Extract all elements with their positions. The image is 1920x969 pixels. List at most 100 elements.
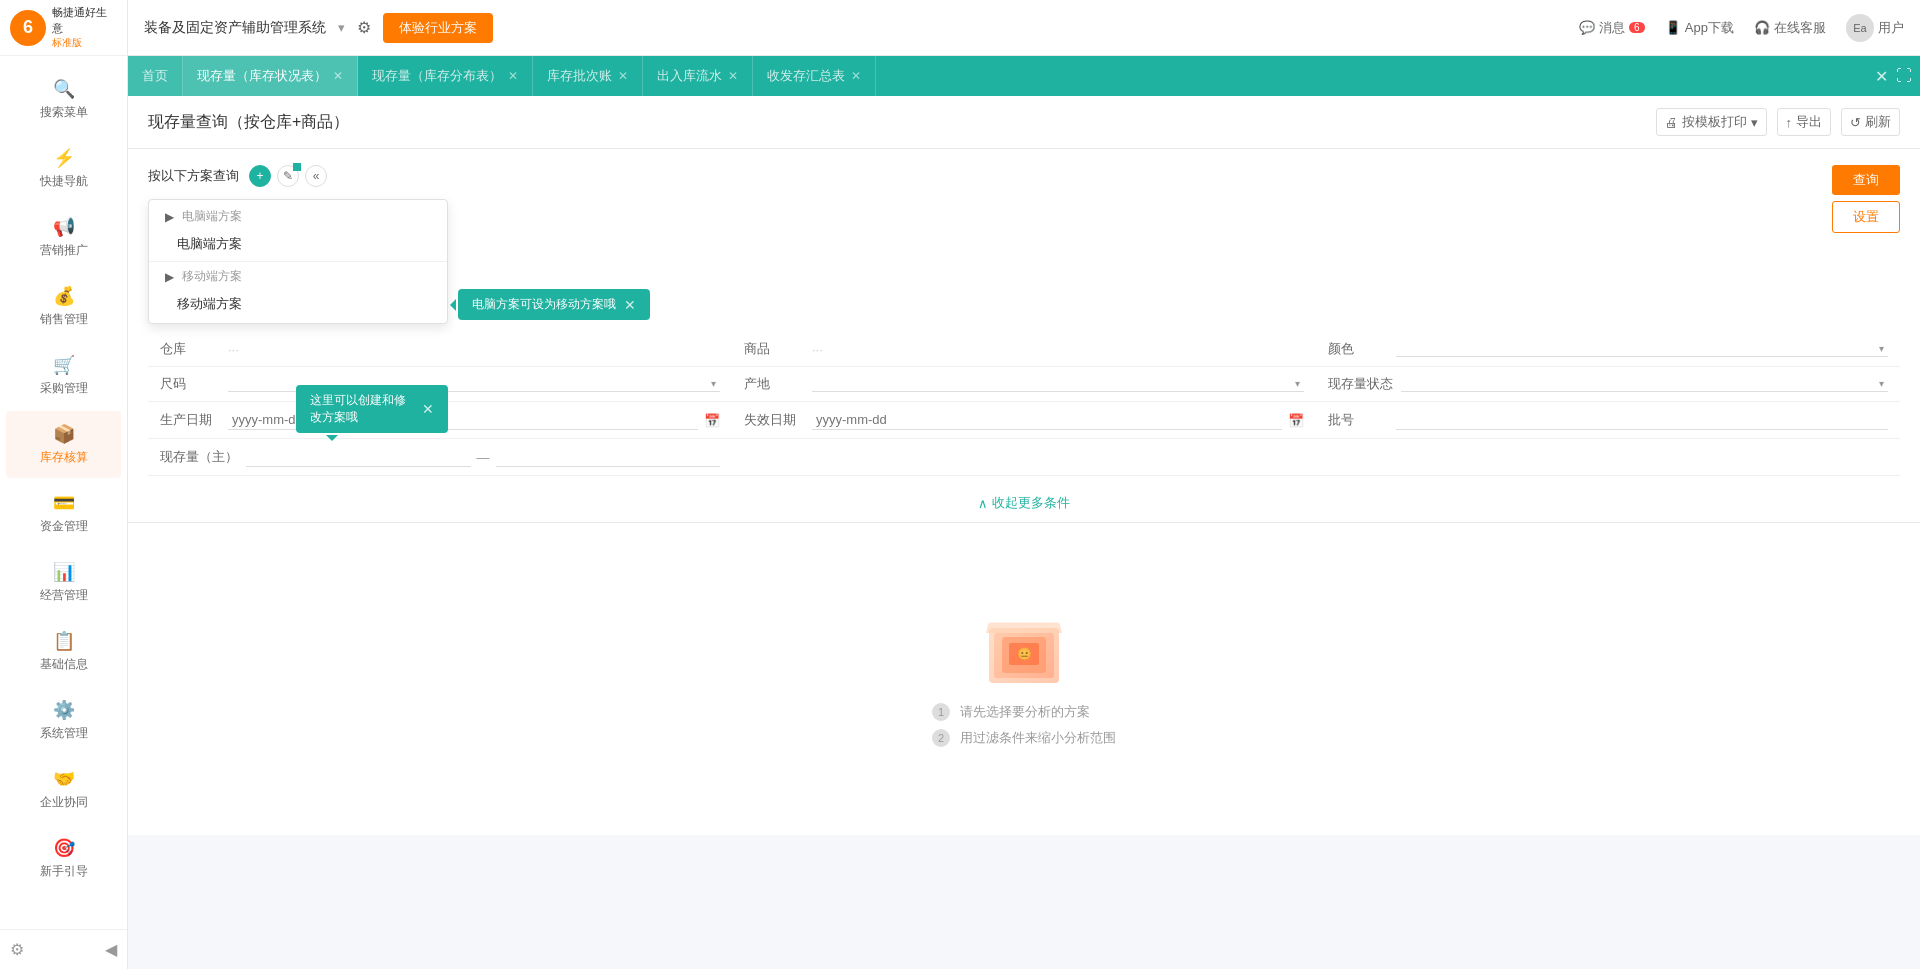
filter-cell-goods: 商品 ··· [732,332,1316,367]
tab-batch-ledger[interactable]: 库存批次账 ✕ [533,56,643,96]
sidebar-item-operation[interactable]: 📊 经营管理 [6,549,121,616]
tab-inout-flow[interactable]: 出入库流水 ✕ [643,56,753,96]
print-btn[interactable]: 🖨 按模板打印 ▾ [1656,108,1767,136]
expire-date-start-input[interactable] [812,410,1282,430]
origin-dropdown-icon: ▾ [1295,378,1300,389]
expire-date-range: 📅 [812,410,1304,430]
export-btn[interactable]: ↑ 导出 [1777,108,1832,136]
tab-close-inventory-dist[interactable]: ✕ [508,69,518,83]
sidebar-item-purchase[interactable]: 🛒 采购管理 [6,342,121,409]
tab-inventory-dist[interactable]: 现存量（库存分布表） ✕ [358,56,533,96]
filter-row-1: 仓库 ··· 商品 ··· 颜色 ▾ [148,332,1900,367]
tab-close-inventory-status[interactable]: ✕ [333,69,343,83]
collapse-btn[interactable]: ∧ 收起更多条件 [978,494,1070,512]
tooltip-scheme-close[interactable]: ✕ [624,297,636,313]
phone-icon: 📱 [1665,20,1681,35]
sidebar-item-quick-nav[interactable]: ⚡ 快捷导航 [6,135,121,202]
origin-select[interactable]: ▾ [812,376,1304,392]
page-header: 现存量查询（按仓库+商品） 🖨 按模板打印 ▾ ↑ 导出 ↺ 刷新 [128,96,1920,149]
stock-status-select[interactable]: ▾ [1401,376,1888,392]
topbar-right: 💬 消息 6 📱 App下载 🎧 在线客服 Ea 用户 [1579,14,1904,42]
logo-icon: 6 [10,10,46,46]
sidebar-item-basic[interactable]: 📋 基础信息 [6,618,121,685]
user-item[interactable]: Ea 用户 [1846,14,1904,42]
scheme-item-mobile[interactable]: 移动端方案 [149,289,447,319]
filter-cell-empty-2 [1316,439,1900,476]
topbar: 装备及固定资产辅助管理系统 ▾ ⚙ 体验行业方案 💬 消息 6 📱 App下载 … [128,0,1920,56]
scheme-item-pc[interactable]: 电脑端方案 [149,229,447,259]
purchase-icon: 🛒 [53,354,75,376]
sidebar-item-inventory[interactable]: 📦 库存核算 [6,411,121,478]
topbar-left: 装备及固定资产辅助管理系统 ▾ ⚙ 体验行业方案 [144,13,493,43]
main-content: 现存量查询（按仓库+商品） 🖨 按模板打印 ▾ ↑ 导出 ↺ 刷新 查询 设置 … [128,96,1920,969]
search-icon: 🔍 [53,78,75,100]
tab-home[interactable]: 首页 [128,56,183,96]
system-name: 装备及固定资产辅助管理系统 [144,19,326,37]
app-download-item[interactable]: 📱 App下载 [1665,19,1734,37]
sidebar-bottom: ⚙ ◀ [0,929,127,969]
edit-scheme-btn[interactable]: ✎ [277,165,299,187]
print-dropdown-icon: ▾ [1751,115,1758,130]
tooltip-create-close[interactable]: ✕ [422,401,434,417]
scheme-list-btn[interactable]: « [305,165,327,187]
sidebar-item-finance[interactable]: 💳 资金管理 [6,480,121,547]
industry-btn[interactable]: 体验行业方案 [383,13,493,43]
tab-close-inout-flow[interactable]: ✕ [728,69,738,83]
stock-qty-min-input[interactable] [246,447,471,467]
goods-more-btn[interactable]: ··· [812,342,823,357]
warehouse-more-btn[interactable]: ··· [228,342,239,357]
sidebar: 6 畅捷通好生意 标准版 🔍 搜索菜单 ⚡ 快捷导航 📢 营销推广 💰 销售管理… [0,0,128,969]
refresh-btn[interactable]: ↺ 刷新 [1841,108,1900,136]
online-service-item[interactable]: 🎧 在线客服 [1754,19,1826,37]
step-1-num: 1 [932,703,950,721]
scheme-section-mobile: ▶ 移动端方案 [149,264,447,289]
collapse-area: ∧ 收起更多条件 [148,484,1900,522]
sidebar-item-enterprise[interactable]: 🤝 企业协同 [6,756,121,823]
finance-icon: 💳 [53,492,75,514]
empty-step-1: 1 请先选择要分析的方案 [932,703,1116,721]
sidebar-item-search[interactable]: 🔍 搜索菜单 [6,66,121,133]
reset-btn[interactable]: 设置 [1832,201,1900,233]
sidebar-item-marketing[interactable]: 📢 营销推广 [6,204,121,271]
step-2-num: 2 [932,729,950,747]
settings-bottom-icon[interactable]: ⚙ [10,940,24,959]
sidebar-item-system[interactable]: ⚙️ 系统管理 [6,687,121,754]
batch-input[interactable] [1396,410,1888,430]
tab-recv-summary[interactable]: 收发存汇总表 ✕ [753,56,876,96]
stock-qty-range: — [246,447,720,467]
prod-date-start-cal-icon[interactable]: 📅 [704,413,720,428]
arrow-right-icon: ▶ [165,210,174,224]
filter-cell-stock-qty: 现存量（主） — [148,439,732,476]
color-select[interactable]: ▾ [1396,341,1888,357]
settings-icon[interactable]: ⚙ [357,18,371,37]
tab-window-close-icon[interactable]: ✕ [1875,67,1888,86]
marketing-icon: 📢 [53,216,75,238]
stock-qty-max-input[interactable] [496,447,721,467]
arrow-right-icon2: ▶ [165,270,174,284]
filter-label: 按以下方案查询 [148,167,239,185]
tab-fullscreen-icon[interactable]: ⛶ [1896,67,1912,85]
operation-icon: 📊 [53,561,75,583]
filter-cell-origin: 产地 ▾ [732,367,1316,402]
message-icon: 💬 [1579,20,1595,35]
message-item[interactable]: 💬 消息 6 [1579,19,1645,37]
filter-header: 按以下方案查询 + ✎ « 电脑方案可设为移动方案哦 ✕ [148,165,1900,187]
collapse-icon: ∧ [978,496,988,511]
expire-date-start-cal-icon[interactable]: 📅 [1288,413,1304,428]
scheme-panel: ▶ 电脑端方案 电脑端方案 ▶ 移动端方案 移动端方案 [148,199,448,324]
empty-state: 😐 1 请先选择要分析的方案 2 用过滤条件来缩小分析范围 [128,523,1920,835]
tab-close-batch-ledger[interactable]: ✕ [618,69,628,83]
sidebar-logo: 6 畅捷通好生意 标准版 [0,0,127,56]
avatar: Ea [1846,14,1874,42]
edit-icon: ✎ [283,169,293,183]
tabbar: 首页 现存量（库存状况表） ✕ 现存量（库存分布表） ✕ 库存批次账 ✕ 出入库… [128,56,1920,96]
collapse-sidebar-icon[interactable]: ◀ [105,940,117,959]
tabbar-actions: ✕ ⛶ [1867,56,1920,96]
inventory-icon: 📦 [53,423,75,445]
add-scheme-btn[interactable]: + [249,165,271,187]
tab-close-recv-summary[interactable]: ✕ [851,69,861,83]
tab-inventory-status[interactable]: 现存量（库存状况表） ✕ [183,56,358,96]
system-dropdown-icon[interactable]: ▾ [338,20,345,35]
sidebar-item-guide[interactable]: 🎯 新手引导 [6,825,121,892]
sidebar-item-sales[interactable]: 💰 销售管理 [6,273,121,340]
